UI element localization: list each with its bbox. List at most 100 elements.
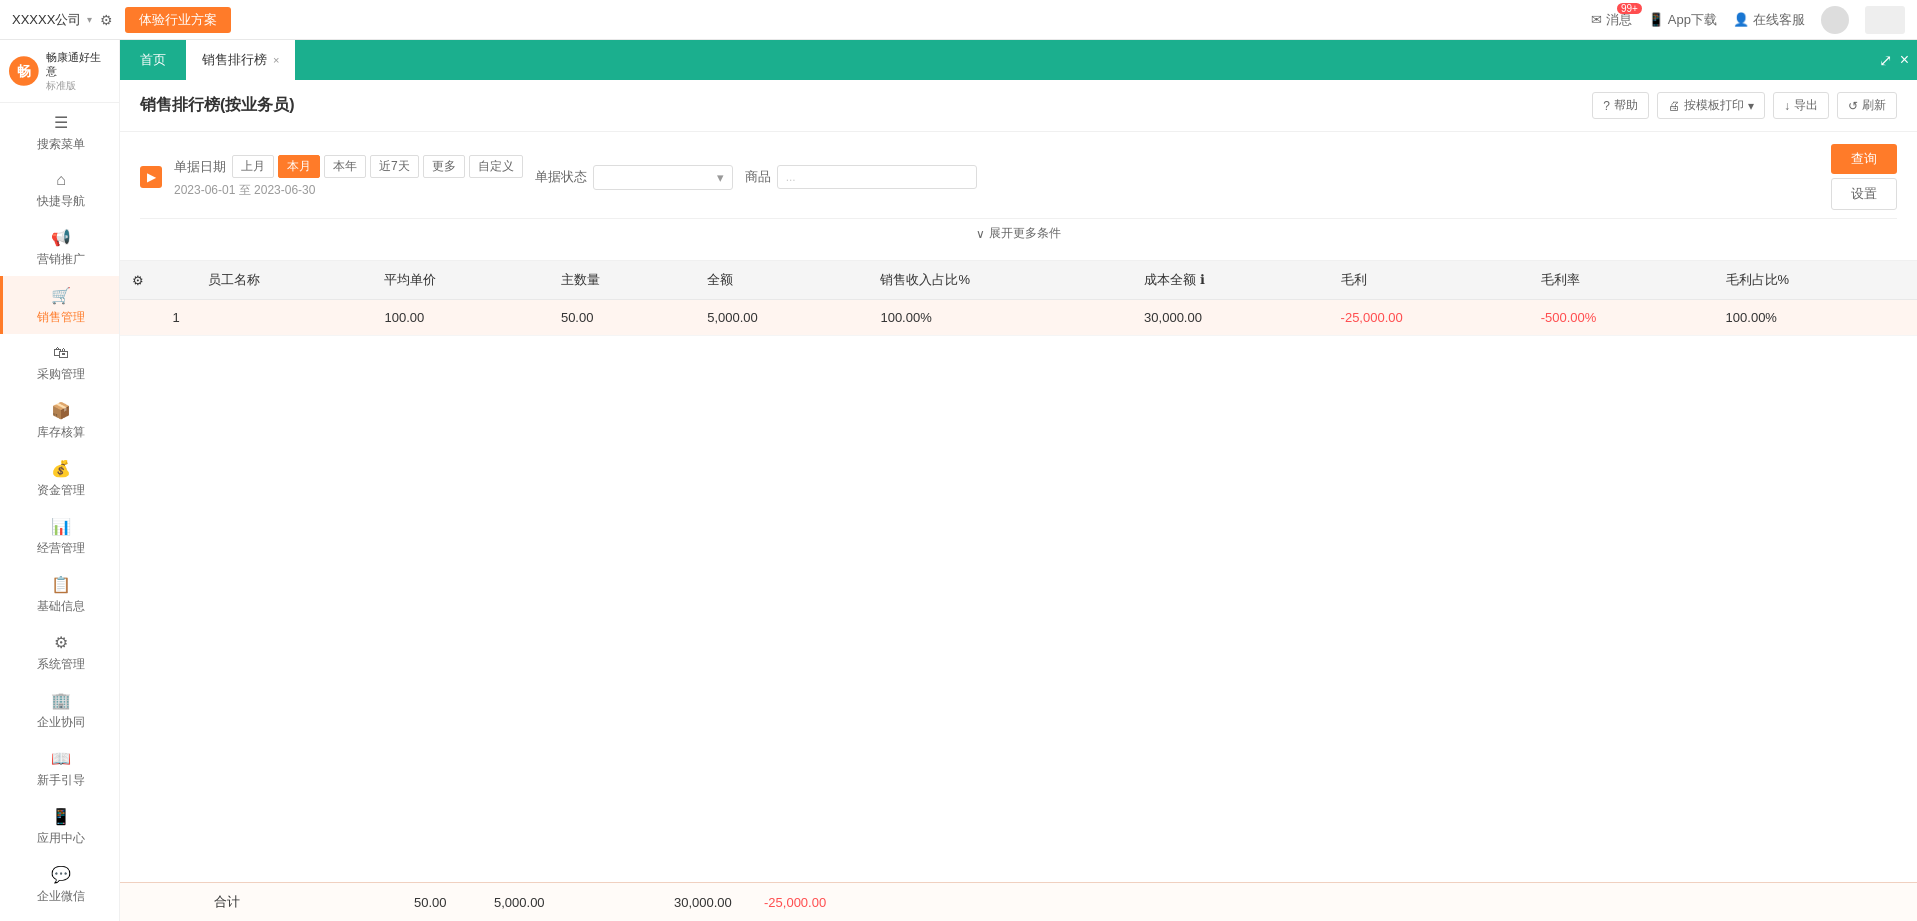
footer-label: 合计 bbox=[202, 893, 322, 911]
sidebar-item-app-center[interactable]: 📱 应用中心 bbox=[0, 797, 119, 855]
cell-employee bbox=[196, 300, 372, 336]
goods-input[interactable]: ... bbox=[777, 165, 977, 189]
export-button[interactable]: ↓ 导出 bbox=[1773, 92, 1829, 119]
guide-icon: 📖 bbox=[51, 749, 71, 768]
system-icon: ⚙ bbox=[54, 633, 68, 652]
column-settings-icon: ⚙ bbox=[132, 273, 144, 288]
filter-row: ▶ 单据日期 上月 本月 本年 近7天 更多 自定义 bbox=[140, 144, 1897, 210]
app-center-icon: 📱 bbox=[51, 807, 71, 826]
sidebar-item-search-order[interactable]: ☰ 搜索菜单 bbox=[0, 103, 119, 161]
sidebar-item-guide[interactable]: 📖 新手引导 bbox=[0, 739, 119, 797]
print-icon: 🖨 bbox=[1668, 99, 1680, 113]
inventory-icon: 📦 bbox=[51, 401, 71, 420]
sidebar-item-member[interactable]: V 畅会员 bbox=[0, 913, 119, 921]
col-quantity: 主数量 bbox=[549, 261, 695, 300]
sidebar-item-operation[interactable]: 📊 经营管理 bbox=[0, 507, 119, 565]
cell-cost: 30,000.00 bbox=[1132, 300, 1328, 336]
tab-home[interactable]: 首页 bbox=[120, 40, 186, 80]
trial-button[interactable]: 体验行业方案 bbox=[125, 7, 231, 33]
table-row: 1 100.00 50.00 5,000.00 100.00% 30,000.0… bbox=[120, 300, 1917, 336]
sidebar: 畅 畅康通好生意 标准版 ☰ 搜索菜单 ⌂ 快捷导航 📢 营销推广 🛒 销售管理… bbox=[0, 40, 120, 921]
status-select[interactable]: ▾ bbox=[593, 165, 733, 190]
cell-sales-pct: 100.00% bbox=[868, 300, 1132, 336]
table-footer: 合计 50.00 5,000.00 30,000.00 -25,000.00 bbox=[120, 882, 1917, 921]
export-icon: ↓ bbox=[1784, 99, 1790, 113]
col-amount: 全额 bbox=[695, 261, 868, 300]
search-icon: ☰ bbox=[54, 113, 68, 132]
settings-button[interactable]: 设置 bbox=[1831, 178, 1897, 210]
status-filter: 单据状态 ▾ bbox=[535, 165, 733, 190]
page-title: 销售排行榜(按业务员) bbox=[140, 95, 295, 116]
col-employee: 员工名称 bbox=[196, 261, 372, 300]
cell-avg-price: 100.00 bbox=[372, 300, 548, 336]
svg-text:畅: 畅 bbox=[17, 63, 31, 79]
date-btn-custom[interactable]: 自定义 bbox=[469, 155, 523, 178]
finance-icon: 💰 bbox=[51, 459, 71, 478]
sidebar-item-system[interactable]: ⚙ 系统管理 bbox=[0, 623, 119, 681]
refresh-button[interactable]: ↺ 刷新 bbox=[1837, 92, 1897, 119]
settings-icon[interactable]: ⚙ bbox=[100, 12, 113, 28]
service-icon: 👤 bbox=[1733, 12, 1749, 27]
tab-maximize-button[interactable]: ⤢ bbox=[1879, 51, 1892, 70]
sidebar-item-enterprise[interactable]: 🏢 企业协同 bbox=[0, 681, 119, 739]
date-btn-more[interactable]: 更多 bbox=[423, 155, 465, 178]
filter-area: ▶ 单据日期 上月 本月 本年 近7天 更多 自定义 bbox=[120, 132, 1917, 261]
sidebar-item-finance[interactable]: 💰 资金管理 bbox=[0, 449, 119, 507]
query-button[interactable]: 查询 bbox=[1831, 144, 1897, 174]
app-download-button[interactable]: 📱 App下载 bbox=[1648, 11, 1717, 29]
col-gross: 毛利 bbox=[1329, 261, 1529, 300]
tab-sales-ranking[interactable]: 销售排行榜 × bbox=[186, 40, 295, 80]
tab-bar-right: ⤢ × bbox=[1879, 51, 1917, 70]
expand-more-bar[interactable]: ∨ 展开更多条件 bbox=[140, 218, 1897, 248]
sidebar-item-base-info[interactable]: 📋 基础信息 bbox=[0, 565, 119, 623]
enterprise-icon: 🏢 bbox=[51, 691, 71, 710]
cell-settings bbox=[120, 300, 156, 336]
sidebar-item-sales[interactable]: 🛒 销售管理 bbox=[0, 276, 119, 334]
filter-toggle-button[interactable]: ▶ bbox=[140, 166, 162, 188]
help-icon: ? bbox=[1603, 99, 1610, 113]
date-range-display: 2023-06-01 至 2023-06-30 bbox=[174, 182, 523, 199]
date-btn-this-month[interactable]: 本月 bbox=[278, 155, 320, 178]
app-icon: 📱 bbox=[1648, 12, 1664, 27]
date-label: 单据日期 bbox=[174, 158, 226, 176]
date-btn-last-month[interactable]: 上月 bbox=[232, 155, 274, 178]
avatar[interactable] bbox=[1821, 6, 1849, 34]
message-button[interactable]: ✉ 消息 99+ bbox=[1591, 11, 1632, 29]
cell-gross: -25,000.00 bbox=[1329, 300, 1529, 336]
sidebar-item-quick-nav[interactable]: ⌂ 快捷导航 bbox=[0, 161, 119, 218]
logo-icon: 畅 bbox=[8, 55, 40, 87]
cell-rank: 1 bbox=[156, 300, 196, 336]
sidebar-logo: 畅 畅康通好生意 标准版 bbox=[0, 40, 119, 103]
tab-close-icon[interactable]: × bbox=[273, 54, 279, 66]
col-gross-pct: 毛利占比% bbox=[1714, 261, 1917, 300]
sidebar-item-purchase[interactable]: 🛍 采购管理 bbox=[0, 334, 119, 391]
message-icon: ✉ bbox=[1591, 12, 1602, 27]
home-icon: ⌂ bbox=[56, 171, 66, 189]
date-btn-this-year[interactable]: 本年 bbox=[324, 155, 366, 178]
sidebar-item-marketing[interactable]: 📢 营销推广 bbox=[0, 218, 119, 276]
status-select-arrow: ▾ bbox=[717, 170, 724, 185]
base-info-icon: 📋 bbox=[51, 575, 71, 594]
date-filter: 单据日期 上月 本月 本年 近7天 更多 自定义 2023-06-01 至 20… bbox=[174, 155, 523, 199]
footer-amount: 5,000.00 bbox=[482, 895, 572, 910]
tab-close-window-button[interactable]: × bbox=[1900, 51, 1909, 70]
company-selector[interactable]: XXXXX公司 ▾ bbox=[12, 11, 92, 29]
wechat-icon: 💬 bbox=[51, 865, 71, 884]
purchase-icon: 🛍 bbox=[53, 344, 69, 362]
content-area: 首页 销售排行榜 × ⤢ × 销售排行榜(按业务员) ? 帮助 bbox=[120, 40, 1917, 921]
sidebar-item-wechat[interactable]: 💬 企业微信 bbox=[0, 855, 119, 913]
online-service-button[interactable]: 👤 在线客服 bbox=[1733, 11, 1805, 29]
sidebar-item-inventory[interactable]: 📦 库存核算 bbox=[0, 391, 119, 449]
footer-quantity: 50.00 bbox=[402, 895, 482, 910]
footer-cost: 30,000.00 bbox=[662, 895, 752, 910]
help-button[interactable]: ? 帮助 bbox=[1592, 92, 1649, 119]
col-settings[interactable]: ⚙ bbox=[120, 261, 156, 300]
goods-placeholder: ... bbox=[786, 170, 796, 184]
cell-gross-pct: 100.00% bbox=[1714, 300, 1917, 336]
logo-text: 畅康通好生意 标准版 bbox=[46, 50, 111, 92]
col-rank bbox=[156, 261, 196, 300]
date-btn-7days[interactable]: 近7天 bbox=[370, 155, 419, 178]
col-cost: 成本全额 ℹ bbox=[1132, 261, 1328, 300]
template-print-button[interactable]: 🖨 按模板打印 ▾ bbox=[1657, 92, 1765, 119]
cell-quantity: 50.00 bbox=[549, 300, 695, 336]
